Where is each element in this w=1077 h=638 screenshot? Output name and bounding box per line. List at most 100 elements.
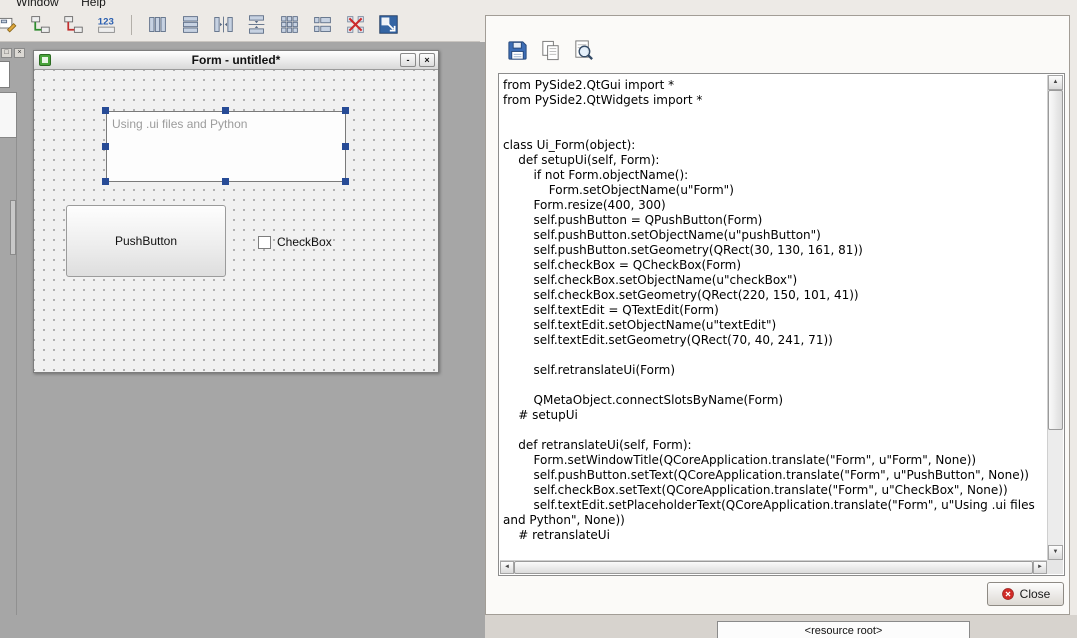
adjust-size-icon[interactable] [376, 13, 400, 37]
pushbutton-label: PushButton [115, 234, 177, 248]
code-view: from PySide2.QtGui import *from PySide2.… [498, 73, 1065, 576]
selection-handle-bottom-right[interactable] [342, 178, 349, 185]
minimize-button[interactable]: - [400, 53, 416, 67]
textedit-widget[interactable]: Using .ui files and Python [106, 111, 346, 182]
layout-vertical-icon[interactable] [178, 13, 202, 37]
code-preview-dialog: from PySide2.QtGui import *from PySide2.… [485, 15, 1070, 615]
dock-float-button[interactable]: □ [1, 48, 12, 58]
toolbar-separator [131, 15, 132, 35]
break-layout-icon[interactable] [343, 13, 367, 37]
close-button-label: Close [1020, 587, 1051, 601]
code-line [503, 123, 1044, 138]
code-line: self.pushButton.setText(QCoreApplication… [503, 468, 1044, 483]
code-line: from PySide2.QtGui import * [503, 78, 1044, 93]
resource-root-item[interactable]: <resource root> [717, 621, 970, 638]
form-canvas[interactable]: Using .ui files and Python PushButton Ch… [34, 70, 438, 372]
horizontal-scrollbar[interactable]: ◄ ► [500, 560, 1047, 574]
close-dialog-button[interactable]: Close [987, 582, 1064, 606]
code-editor[interactable]: from PySide2.QtGui import *from PySide2.… [503, 78, 1044, 557]
close-button[interactable]: × [419, 53, 435, 67]
code-line: self.checkBox.setGeometry(QRect(220, 150… [503, 288, 1044, 303]
form-designer-window: Form - untitled* - × Using .ui files and… [33, 50, 439, 373]
main-toolbar: 123 [0, 8, 480, 42]
textedit-placeholder: Using .ui files and Python [112, 117, 247, 131]
widget-box-filter-input[interactable] [0, 61, 10, 88]
scroll-right-icon[interactable]: ► [1033, 561, 1047, 574]
checkbox-widget[interactable]: CheckBox [258, 234, 332, 250]
selection-handle-top-right[interactable] [342, 107, 349, 114]
copy-icon[interactable] [537, 37, 564, 64]
selection-handle-bottom-left[interactable] [102, 178, 109, 185]
code-line: self.pushButton.setObjectName(u"pushButt… [503, 228, 1044, 243]
svg-text:123: 123 [97, 17, 113, 28]
code-line [503, 378, 1044, 393]
code-line: class Ui_Form(object): [503, 138, 1044, 153]
code-line: and Python", None)) [503, 513, 1044, 528]
selection-handle-mid-left[interactable] [102, 143, 109, 150]
layout-grid-icon[interactable] [277, 13, 301, 37]
menu-item-window[interactable]: Window [16, 0, 59, 8]
scrollbar-corner [1047, 560, 1063, 574]
code-line: # retranslateUi [503, 528, 1044, 543]
find-icon[interactable] [570, 37, 597, 64]
vertical-scrollbar[interactable]: ▲ ▼ [1047, 75, 1063, 560]
form-window-titlebar[interactable]: Form - untitled* - × [34, 51, 438, 70]
widget-box-scrollbar-thumb[interactable] [10, 200, 16, 255]
menu-bar: Window Help [0, 0, 1077, 8]
form-window-title: Form - untitled* [34, 53, 438, 67]
pushbutton-widget[interactable]: PushButton [66, 205, 226, 277]
code-line: Form.setWindowTitle(QCoreApplication.tra… [503, 453, 1044, 468]
code-line: self.textEdit.setPlaceholderText(QCoreAp… [503, 498, 1044, 513]
scroll-down-icon[interactable]: ▼ [1048, 545, 1063, 560]
code-line: self.textEdit.setObjectName(u"textEdit") [503, 318, 1044, 333]
checkbox-indicator[interactable] [258, 236, 271, 249]
code-line: self.pushButton = QPushButton(Form) [503, 213, 1044, 228]
code-line: self.checkBox.setObjectName(u"checkBox") [503, 273, 1044, 288]
code-line: # setupUi [503, 408, 1044, 423]
menu-item-help[interactable]: Help [81, 0, 106, 8]
close-icon: × [17, 49, 21, 56]
selection-handle-top-left[interactable] [102, 107, 109, 114]
code-line: if not Form.objectName(): [503, 168, 1044, 183]
horizontal-scrollbar-thumb[interactable] [514, 561, 1033, 574]
checkbox-label: CheckBox [277, 235, 332, 249]
code-line: self.textEdit = QTextEdit(Form) [503, 303, 1044, 318]
dock-close-button[interactable]: × [14, 48, 25, 58]
layout-vertical-splitter-icon[interactable] [244, 13, 268, 37]
code-line: QMetaObject.connectSlotsByName(Form) [503, 393, 1044, 408]
code-line: self.textEdit.setGeometry(QRect(70, 40, … [503, 333, 1044, 348]
dialog-toolbar [504, 37, 597, 64]
layout-horizontal-splitter-icon[interactable] [211, 13, 235, 37]
edit-tab-order-icon[interactable]: 123 [94, 13, 118, 37]
edit-buddies-icon[interactable] [61, 13, 85, 37]
code-line: self.pushButton.setGeometry(QRect(30, 13… [503, 243, 1044, 258]
code-line: def setupUi(self, Form): [503, 153, 1044, 168]
selection-handle-mid-right[interactable] [342, 143, 349, 150]
code-line: self.retranslateUi(Form) [503, 363, 1044, 378]
bottom-panel-area: <resource root> [485, 615, 1077, 638]
selection-handle-top-center[interactable] [222, 107, 229, 114]
vertical-scrollbar-thumb[interactable] [1048, 90, 1063, 430]
save-icon[interactable] [504, 37, 531, 64]
scroll-left-icon[interactable]: ◄ [500, 561, 514, 574]
application-window: Window Help 123 [0, 0, 1077, 638]
designer-form-icon [39, 54, 51, 66]
mdi-workspace: □ × Form - untitled* - × Using .ui files… [0, 42, 485, 638]
float-icon: □ [4, 49, 8, 56]
code-line: self.checkBox.setText(QCoreApplication.t… [503, 483, 1044, 498]
scroll-up-icon[interactable]: ▲ [1048, 75, 1063, 90]
code-line: def retranslateUi(self, Form): [503, 438, 1044, 453]
code-line [503, 348, 1044, 363]
edit-signals-slots-icon[interactable] [28, 13, 52, 37]
edit-widgets-icon[interactable] [0, 13, 19, 37]
widget-box-edge [16, 138, 17, 615]
selection-handle-bottom-center[interactable] [222, 178, 229, 185]
layout-horizontal-icon[interactable] [145, 13, 169, 37]
widget-box-panel[interactable] [0, 92, 17, 138]
layout-form-icon[interactable] [310, 13, 334, 37]
code-line: self.checkBox = QCheckBox(Form) [503, 258, 1044, 273]
code-line [503, 108, 1044, 123]
resource-root-label: <resource root> [805, 625, 883, 637]
code-line: Form.setObjectName(u"Form") [503, 183, 1044, 198]
close-circle-icon [1001, 587, 1015, 601]
